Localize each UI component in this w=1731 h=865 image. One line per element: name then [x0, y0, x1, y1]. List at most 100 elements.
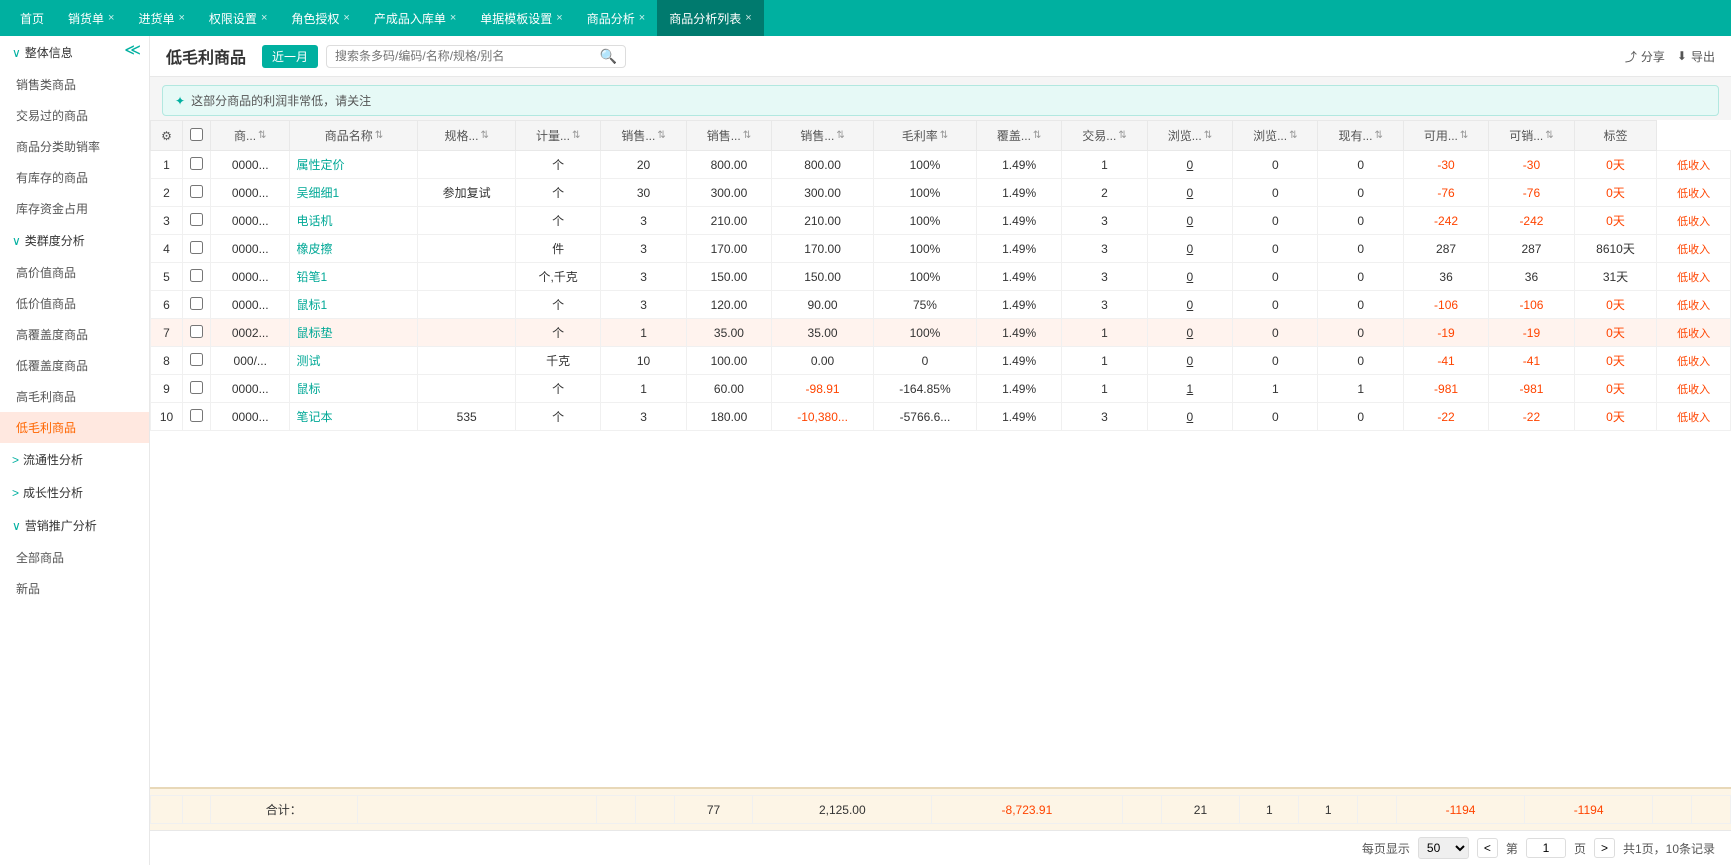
col-select-all[interactable]: [183, 121, 211, 151]
row-checkbox[interactable]: [190, 353, 203, 366]
table-row: 7 0002... 鼠标垫 个 1 35.00 35.00 100% 1.49%…: [151, 319, 1731, 347]
sidebar-item-high-margin[interactable]: 高毛利商品: [0, 381, 149, 412]
close-icon[interactable]: ×: [343, 12, 349, 24]
time-filter-button[interactable]: 近一月: [262, 45, 318, 68]
close-icon[interactable]: ×: [450, 12, 456, 24]
nav-product-in[interactable]: 产成品入库单 ×: [362, 0, 468, 36]
col-spec[interactable]: 规格...⇅: [418, 121, 516, 151]
close-icon[interactable]: ×: [556, 12, 562, 24]
sidebar-group-overall[interactable]: ∨ 整体信息: [0, 36, 120, 69]
close-icon[interactable]: ×: [108, 12, 114, 24]
col-price2[interactable]: 销售...⇅: [772, 121, 874, 151]
row-checkbox-cell[interactable]: [183, 179, 211, 207]
nav-template[interactable]: 单据模板设置 ×: [468, 0, 574, 36]
col-code[interactable]: 商...⇅: [211, 121, 290, 151]
row-checkbox-cell[interactable]: [183, 319, 211, 347]
sidebar-item-stocked-products[interactable]: 有库存的商品: [0, 162, 149, 193]
sidebar-group-marketing[interactable]: ∨ 营销推广分析: [0, 509, 149, 542]
row-no: 7: [151, 319, 183, 347]
row-name[interactable]: 鼠标: [290, 375, 418, 403]
row-checkbox-cell[interactable]: [183, 263, 211, 291]
sidebar-group-liquidity[interactable]: > 流通性分析: [0, 443, 149, 476]
row-checkbox[interactable]: [190, 157, 203, 170]
sidebar-item-category-rate[interactable]: 商品分类助销率: [0, 131, 149, 162]
page-size-select[interactable]: 10 20 50 100: [1418, 837, 1469, 859]
share-button[interactable]: ⤴ 分享: [1625, 48, 1665, 65]
row-name[interactable]: 属性定价: [290, 151, 418, 179]
row-checkbox-cell[interactable]: [183, 403, 211, 431]
nav-sales[interactable]: 销货单 ×: [56, 0, 126, 36]
nav-product-analysis-list[interactable]: 商品分析列表 ×: [657, 0, 763, 36]
sidebar-group-growth[interactable]: > 成长性分析: [0, 476, 149, 509]
row-checkbox-cell[interactable]: [183, 235, 211, 263]
row-checkbox[interactable]: [190, 381, 203, 394]
row-checkbox-cell[interactable]: [183, 291, 211, 319]
close-icon[interactable]: ×: [745, 12, 751, 24]
col-qty[interactable]: 销售...⇅: [601, 121, 686, 151]
row-checkbox-cell[interactable]: [183, 375, 211, 403]
search-box[interactable]: 🔍: [326, 45, 626, 68]
nav-role[interactable]: 角色授权 ×: [279, 0, 361, 36]
select-all-checkbox[interactable]: [190, 128, 203, 141]
sidebar-item-low-margin[interactable]: 低毛利商品: [0, 412, 149, 443]
row-name[interactable]: 笔记本: [290, 403, 418, 431]
sidebar-item-sales-products[interactable]: 销售类商品: [0, 69, 149, 100]
row-name[interactable]: 鼠标垫: [290, 319, 418, 347]
row-name[interactable]: 测试: [290, 347, 418, 375]
row-name[interactable]: 吴细细1: [290, 179, 418, 207]
close-icon[interactable]: ×: [261, 12, 267, 24]
row-checkbox[interactable]: [190, 325, 203, 338]
search-input[interactable]: [335, 49, 600, 63]
row-name[interactable]: 橡皮擦: [290, 235, 418, 263]
col-avail[interactable]: 可用...⇅: [1403, 121, 1488, 151]
row-name[interactable]: 铅笔1: [290, 263, 418, 291]
row-name[interactable]: 电话机: [290, 207, 418, 235]
col-saleable[interactable]: 可销...⇅: [1489, 121, 1574, 151]
col-settings[interactable]: ⚙: [151, 121, 183, 151]
col-coverage[interactable]: 覆盖...⇅: [976, 121, 1061, 151]
close-icon[interactable]: ×: [178, 12, 184, 24]
row-coverage: 3: [1062, 263, 1147, 291]
col-transaction[interactable]: 交易...⇅: [1062, 121, 1147, 151]
page-input[interactable]: [1526, 838, 1566, 858]
sidebar-item-high-coverage[interactable]: 高覆盖度商品: [0, 319, 149, 350]
row-checkbox[interactable]: [190, 409, 203, 422]
row-checkbox[interactable]: [190, 185, 203, 198]
row-checkbox-cell[interactable]: [183, 151, 211, 179]
nav-product-analysis[interactable]: 商品分析 ×: [575, 0, 657, 36]
close-icon[interactable]: ×: [639, 12, 645, 24]
sidebar-item-new-products[interactable]: 新品: [0, 573, 149, 604]
prev-page-button[interactable]: <: [1477, 838, 1498, 858]
next-page-button[interactable]: >: [1594, 838, 1615, 858]
nav-home[interactable]: 首页: [8, 0, 56, 36]
col-name[interactable]: 商品名称⇅: [290, 121, 418, 151]
sidebar-item-stock-capital[interactable]: 库存资金占用: [0, 193, 149, 224]
row-checkbox-cell[interactable]: [183, 207, 211, 235]
sidebar-item-high-value[interactable]: 高价值商品: [0, 257, 149, 288]
row-name[interactable]: 鼠标1: [290, 291, 418, 319]
row-checkbox[interactable]: [190, 269, 203, 282]
row-checkbox[interactable]: [190, 297, 203, 310]
col-browse2[interactable]: 浏览...⇅: [1233, 121, 1318, 151]
search-icon[interactable]: 🔍: [600, 48, 617, 65]
sidebar-item-low-coverage[interactable]: 低覆盖度商品: [0, 350, 149, 381]
col-price1[interactable]: 销售...⇅: [686, 121, 771, 151]
row-checkbox-cell[interactable]: [183, 347, 211, 375]
nav-purchase[interactable]: 进货单 ×: [126, 0, 196, 36]
row-checkbox[interactable]: [190, 241, 203, 254]
col-stock[interactable]: 现有...⇅: [1318, 121, 1403, 151]
row-transaction: 0: [1147, 235, 1232, 263]
col-browse1[interactable]: 浏览...⇅: [1147, 121, 1232, 151]
col-margin[interactable]: 毛利率⇅: [873, 121, 976, 151]
data-table-wrapper[interactable]: ⚙ 商...⇅ 商品名称⇅ 规格...⇅: [150, 120, 1731, 787]
sidebar-item-low-value[interactable]: 低价值商品: [0, 288, 149, 319]
sidebar-collapse-button[interactable]: ≪: [120, 40, 145, 60]
sidebar-item-all-products[interactable]: 全部商品: [0, 542, 149, 573]
sidebar-item-traded-products[interactable]: 交易过的商品: [0, 100, 149, 131]
nav-permission[interactable]: 权限设置 ×: [197, 0, 279, 36]
settings-icon[interactable]: ⚙: [161, 129, 172, 143]
col-unit[interactable]: 计量...⇅: [515, 121, 600, 151]
sidebar-group-cluster[interactable]: ∨ 类群度分析: [0, 224, 149, 257]
row-checkbox[interactable]: [190, 213, 203, 226]
export-button[interactable]: ⬇ 导出: [1677, 48, 1715, 65]
